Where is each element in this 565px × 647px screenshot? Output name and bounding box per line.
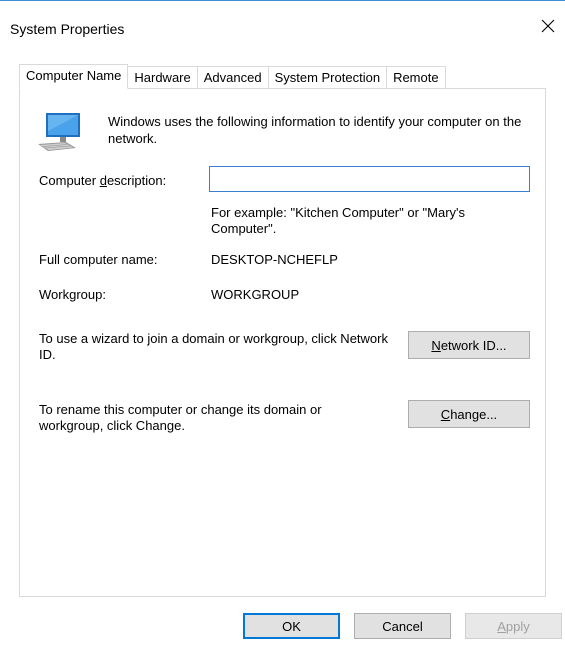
computer-description-input[interactable] xyxy=(209,166,530,192)
change-accel: C xyxy=(440,406,451,422)
full-computer-name-label: Full computer name: xyxy=(39,252,158,267)
computer-icon xyxy=(38,113,80,151)
workgroup-label: Workgroup: xyxy=(39,287,106,302)
network-id-instructions: To use a wizard to join a domain or work… xyxy=(39,331,388,362)
tab-advanced[interactable]: Advanced xyxy=(196,66,269,88)
tab-remote[interactable]: Remote xyxy=(386,66,446,88)
title-bar: System Properties xyxy=(0,1,565,43)
close-icon xyxy=(541,19,555,33)
full-computer-name-value: DESKTOP-NCHEFLP xyxy=(211,252,338,267)
tab-system-protection[interactable]: System Protection xyxy=(267,66,388,88)
apply-button: Apply xyxy=(465,613,562,639)
tab-hardware[interactable]: Hardware xyxy=(127,66,198,88)
change-button[interactable]: Change... xyxy=(408,400,530,428)
close-button[interactable] xyxy=(531,11,565,41)
workgroup-value: WORKGROUP xyxy=(211,287,300,302)
change-label-rest: hange... xyxy=(450,406,498,422)
cancel-button[interactable]: Cancel xyxy=(354,613,451,639)
apply-accel: A xyxy=(497,618,506,634)
description-label-pre: Computer xyxy=(39,173,100,188)
description-label-post: escription: xyxy=(106,173,167,188)
change-instructions: To rename this computer or change its do… xyxy=(39,402,322,433)
network-id-label-rest: etwork ID... xyxy=(440,337,507,353)
description-label-accel: d xyxy=(99,173,107,188)
window-title: System Properties xyxy=(10,21,125,37)
apply-label-rest: pply xyxy=(505,618,530,634)
network-id-accel: N xyxy=(431,337,441,353)
description-example-text: For example: "Kitchen Computer" or "Mary… xyxy=(211,205,466,236)
network-id-button[interactable]: Network ID... xyxy=(408,331,530,359)
ok-button[interactable]: OK xyxy=(243,613,340,639)
intro-text: Windows uses the following information t… xyxy=(108,114,522,146)
system-properties-window: System Properties Computer Name Hardware… xyxy=(0,0,565,647)
tab-strip: Computer Name Hardware Advanced System P… xyxy=(19,64,446,89)
tab-computer-name[interactable]: Computer Name xyxy=(19,64,129,89)
computer-description-label: Computer description: xyxy=(39,173,166,188)
